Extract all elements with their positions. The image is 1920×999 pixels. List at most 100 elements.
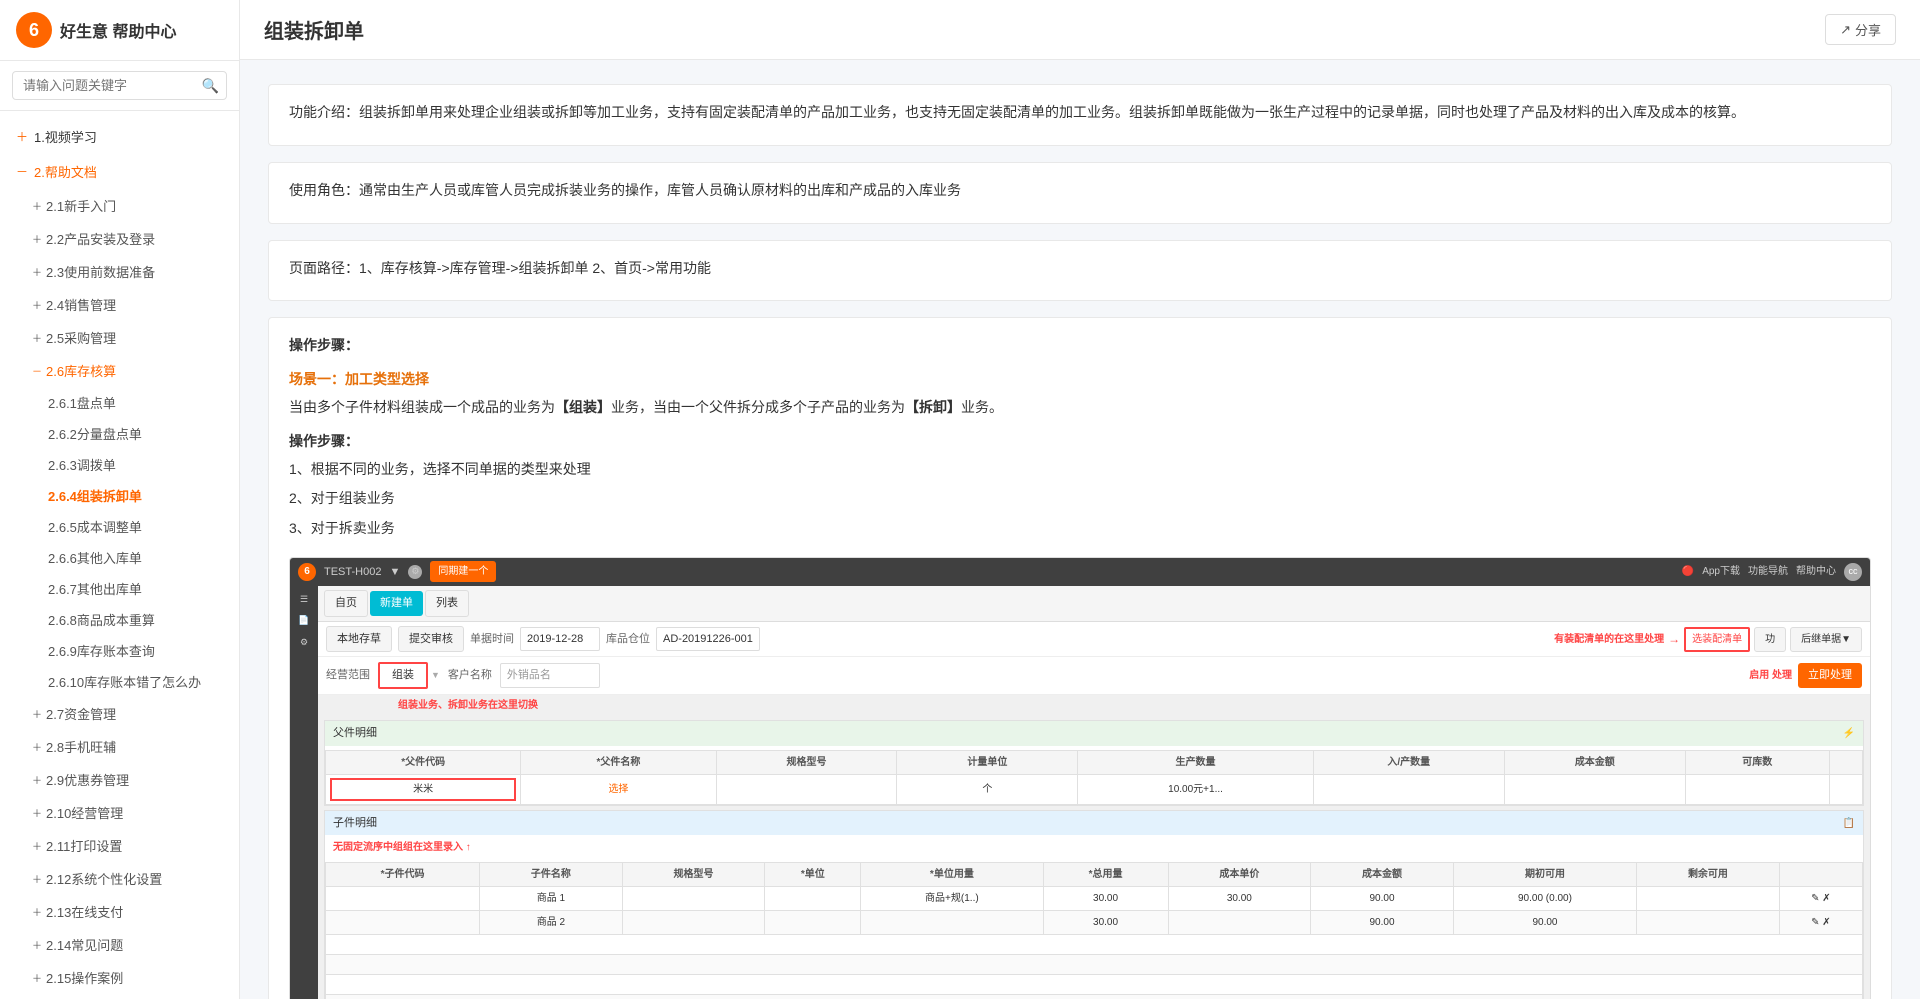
nav-sub-label: 2.12系统个性化设置 (46, 869, 162, 888)
mock-low-col5: *单位用量 (861, 863, 1043, 887)
mock-extra-btn: 功 (1754, 627, 1786, 652)
page-title: 组装拆卸单 (264, 15, 364, 44)
sidebar-item-2610[interactable]: 2.6.10库存账本错了怎么办 (0, 666, 239, 697)
sidebar-item-install[interactable]: ＋ 2.2产品安装及登录 (0, 222, 239, 255)
mock-dropdown-arrow: ▼ (431, 668, 440, 683)
search-input[interactable] (12, 71, 227, 100)
share-icon: ↗ (1840, 22, 1851, 38)
sidebar-item-inventory[interactable]: － 2.6库存核算 (0, 354, 239, 387)
mock-lower-row-5 (326, 975, 1863, 995)
mock-lower-section-btns: 📋 (1843, 815, 1855, 832)
sidebar-item-beginner[interactable]: ＋ 2.1新手入门 (0, 189, 239, 222)
plus-icon-sm: ＋ (32, 198, 42, 213)
mock-low-col6: *总用量 (1043, 863, 1168, 887)
mock-top-icon4: 帮助中心 (1796, 563, 1836, 580)
role-card: 使用角色：通常由生产人员或库管人员完成拆装业务的操作，库管人员确认原材料的出库和… (268, 162, 1892, 224)
mock-lower-cell: 90.00 (0.00) (1453, 887, 1636, 911)
sidebar-item-customize[interactable]: ＋ 2.12系统个性化设置 (0, 862, 239, 895)
mock-lower-cell (765, 887, 861, 911)
mock-lower-table: *子件代码 子件名称 规格型号 *单位 *单位用量 *总用量 成本单价 成本金额 (325, 862, 1863, 999)
mock-lower-cell: 30.00 (1043, 887, 1168, 911)
sidebar-item-finance[interactable]: ＋ 2.7资金管理 (0, 697, 239, 730)
mock-enable-area: 启用 处理 立即处理 (1749, 663, 1862, 688)
mock-cell: 选择 (521, 774, 716, 804)
mock-cell (1829, 774, 1862, 804)
sidebar-item-267[interactable]: 2.6.7其他出库单 (0, 573, 239, 604)
mock-col-inout: 入/产数量 (1313, 750, 1504, 774)
plus-icon-sm: ＋ (32, 871, 42, 886)
mock-arrow-icon: → (1668, 629, 1680, 649)
minus-icon: － (16, 163, 28, 180)
mock-col-stock: 可库数 (1685, 750, 1829, 774)
sidebar-item-265[interactable]: 2.6.5成本调整单 (0, 511, 239, 542)
sidebar-item-docs[interactable]: － 2.帮助文档 (0, 154, 239, 189)
mock-cell: 个 (897, 774, 1078, 804)
page-header: 组装拆卸单 ↗ 分享 (240, 0, 1920, 60)
mock-col-name: *父件名称 (521, 750, 716, 774)
sidebar-item-263[interactable]: 2.6.3调拨单 (0, 449, 239, 480)
mock-low-col4: *单位 (765, 863, 861, 887)
ops-title: 操作步骤： (289, 334, 1871, 358)
mock-top-icon1: 🔴 (1682, 563, 1694, 580)
sidebar-item-data-prep[interactable]: ＋ 2.3使用前数据准备 (0, 255, 239, 288)
mock-low-col7: 成本单价 (1168, 863, 1311, 887)
mock-date-label: 单据时间 (470, 630, 514, 649)
sidebar-item-cases[interactable]: ＋ 2.15操作案例 (0, 961, 239, 994)
mock-tab-list: 列表 (425, 590, 469, 617)
mock-low-col8: 成本金额 (1311, 863, 1454, 887)
plus-icon-sm: ＋ (32, 937, 42, 952)
mock-tab-new: 新建单 (370, 591, 423, 616)
mock-lower-cell: 90.00 (1311, 911, 1454, 935)
sidebar-item-269[interactable]: 2.6.9库存账本查询 (0, 635, 239, 666)
sidebar-item-268[interactable]: 2.6.8商品成本重算 (0, 604, 239, 635)
sidebar-item-faq[interactable]: ＋ 2.14常见问题 (0, 928, 239, 961)
intro-card: 功能介绍：组装拆卸单用来处理企业组装或拆卸等加工业务，支持有固定装配清单的产品加… (268, 84, 1892, 146)
nav-category-1: ＋ 1.视频学习 (0, 119, 239, 154)
sidebar-item-261[interactable]: 2.6.1盘点单 (0, 387, 239, 418)
mock-upper-row-1: 米米 选择 个 10.00元+1... (326, 774, 1863, 804)
mock-col-cost: 成本金额 (1504, 750, 1685, 774)
mock-annot-switch: 组装业务、拆卸业务在这里切换 (398, 697, 538, 714)
sidebar-item-sales[interactable]: ＋ 2.4销售管理 (0, 288, 239, 321)
mock-app-icon: 6 (298, 563, 316, 581)
mock-col-spec: 规格型号 (716, 750, 897, 774)
sidebar-item-264[interactable]: 2.6.4组装拆卸单 (0, 480, 239, 511)
mock-upper-table: *父件代码 *父件名称 规格型号 计量单位 生产数量 入/产数量 成本金额 可库… (325, 750, 1863, 805)
sidebar-item-purchase[interactable]: ＋ 2.5采购管理 (0, 321, 239, 354)
mock-lower-cell: 90.00 (1453, 911, 1636, 935)
sidebar-item-payment[interactable]: ＋ 2.13在线支付 (0, 895, 239, 928)
mock-top-icon2: App下载 (1702, 563, 1740, 580)
sidebar-item-262[interactable]: 2.6.2分量盘点单 (0, 418, 239, 449)
step-1: 1、根据不同的业务，选择不同单据的类型来处理 (289, 458, 1871, 482)
mock-lower-cell (622, 887, 765, 911)
sidebar-item-ops[interactable]: ＋ 2.10经营管理 (0, 796, 239, 829)
plus-icon-sm: ＋ (32, 904, 42, 919)
nav-sub-label: 2.2产品安装及登录 (46, 229, 155, 248)
sidebar-item-coupon[interactable]: ＋ 2.9优惠券管理 (0, 763, 239, 796)
mock-lower-section-header: 子件明细 📋 (325, 811, 1863, 836)
sidebar-item-mobile[interactable]: ＋ 2.8手机旺辅 (0, 730, 239, 763)
mock-app-id: TEST-H002 (324, 563, 381, 582)
mock-type-selector: 组装 ▼ (378, 662, 440, 689)
share-button[interactable]: ↗ 分享 (1825, 14, 1896, 45)
sidebar-item-video[interactable]: ＋ 1.视频学习 (0, 119, 239, 154)
sidebar-item-print[interactable]: ＋ 2.11打印设置 (0, 829, 239, 862)
sidebar-item-266[interactable]: 2.6.6其他入库单 (0, 542, 239, 573)
search-button[interactable]: 🔍 (202, 77, 219, 94)
mock-lower-row-6 (326, 995, 1863, 999)
mock-upper-table-section: 父件明细 ⚡ *父件代码 *父件名称 (324, 720, 1864, 806)
mock-lower-section-label: 子件明细 (333, 814, 377, 833)
nav-sub-label: 2.9优惠券管理 (46, 770, 129, 789)
nav-sub-label: 2.11打印设置 (46, 836, 122, 855)
main-content: 功能介绍：组装拆卸单用来处理企业组装或拆卸等加工业务，支持有固定装配清单的产品加… (240, 60, 1920, 999)
mock-tab-home: 自页 (324, 590, 368, 617)
mock-annot-unlimited: 无固定流序中组组在这里录入 ↑ (325, 839, 1863, 858)
mock-lower-cell (1168, 911, 1311, 935)
mock-strip-icon3: ⚙ (300, 635, 308, 650)
mock-code-input: 米米 (330, 778, 516, 801)
mock-btn-main: 同期建一个 (430, 561, 496, 582)
mock-main-area: 自页 新建单 列表 本地存草 提交审核 单据时间 2019-12-28 (318, 586, 1870, 999)
mock-low-col9: 期初可用 (1453, 863, 1636, 887)
minus-icon-sm: － (32, 363, 42, 378)
mock-lower-row-3 (326, 935, 1863, 955)
